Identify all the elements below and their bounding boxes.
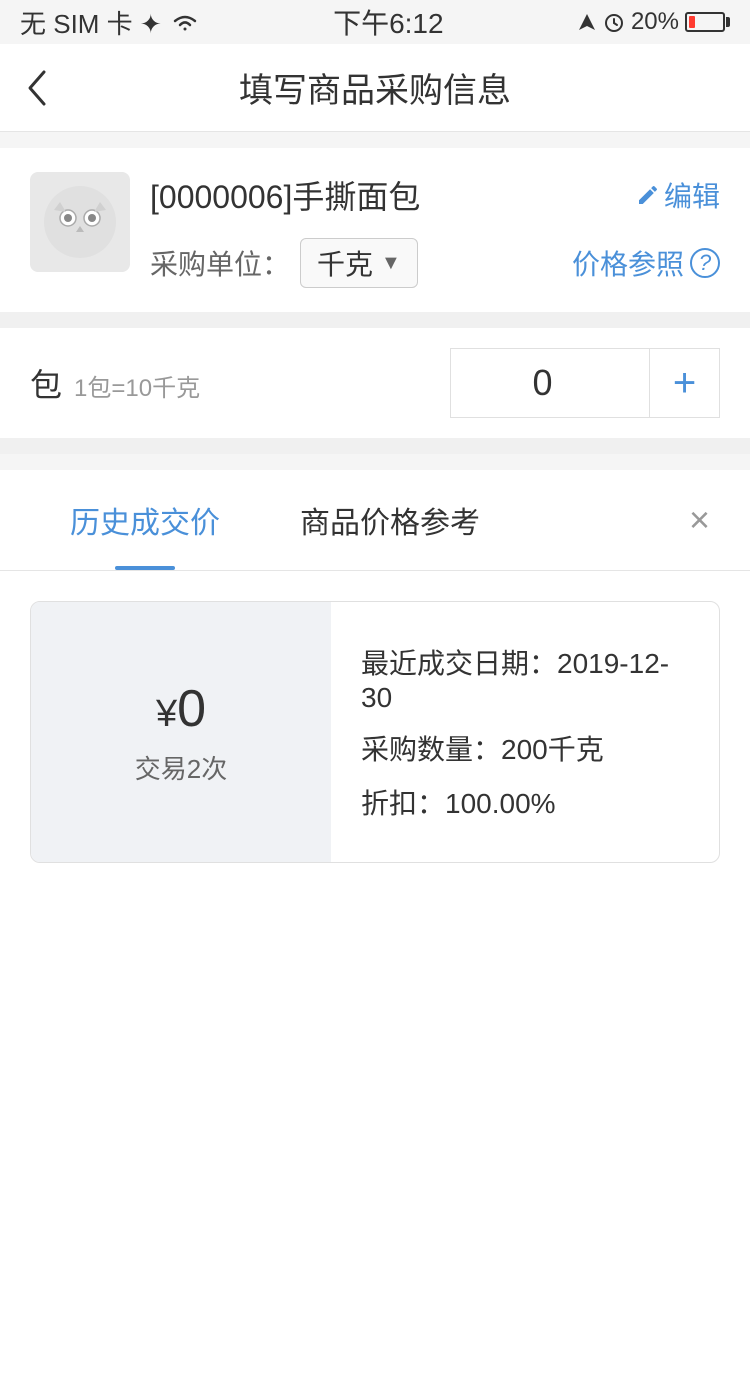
product-logo	[40, 182, 120, 262]
tab-history-price[interactable]: 历史成交价	[30, 470, 260, 570]
status-bar: 无 SIM 卡 ✦ 下午6:12 20%	[0, 0, 750, 44]
status-right: 20%	[577, 8, 730, 36]
tab-items: 历史成交价 商品价格参考	[30, 470, 520, 570]
plus-icon: +	[673, 361, 696, 406]
back-button[interactable]	[24, 68, 48, 108]
product-thumbnail	[30, 172, 130, 272]
close-tab-button[interactable]: ×	[679, 489, 720, 551]
unit-label: 采购单位：	[150, 243, 290, 283]
location-icon	[577, 12, 597, 32]
quantity-controls: +	[450, 348, 720, 418]
product-name: [0000006]手撕面包	[150, 172, 420, 218]
product-unit-row: 采购单位： 千克 ▼ 价格参照 ?	[150, 238, 720, 288]
wifi-icon	[170, 11, 200, 33]
section-divider-2	[0, 438, 750, 454]
discount-row: 折扣：100.00%	[361, 782, 689, 822]
price-value: 0	[177, 680, 206, 738]
price-reference-button[interactable]: 价格参照 ?	[572, 243, 720, 283]
page-title: 填写商品采购信息	[239, 63, 511, 112]
tab2-label: 商品价格参考	[300, 507, 480, 540]
info-icon: ?	[690, 248, 720, 278]
status-time: 下午6:12	[333, 2, 444, 42]
nav-bar: 填写商品采购信息	[0, 44, 750, 132]
product-section: [0000006]手撕面包 编辑 采购单位： 千克 ▼ 价格参照 ?	[0, 148, 750, 312]
product-name-row: [0000006]手撕面包 编辑	[150, 172, 720, 218]
edit-label: 编辑	[664, 175, 720, 215]
recent-date-label: 最近成交日期：	[361, 648, 557, 679]
history-content: ¥0 交易2次 最近成交日期：2019-12-30 采购数量：200千克 折扣：…	[0, 571, 750, 893]
quantity-input[interactable]	[450, 348, 650, 418]
tab1-label: 历史成交价	[70, 507, 220, 540]
discount-label: 折扣：	[361, 788, 445, 819]
quantity-label-group: 包 1包=10千克	[30, 360, 200, 406]
tab-header: 历史成交价 商品价格参考 ×	[0, 470, 750, 570]
product-info: [0000006]手撕面包 编辑 采购单位： 千克 ▼ 价格参照 ?	[150, 172, 720, 288]
purchase-qty-row: 采购数量：200千克	[361, 728, 689, 768]
quantity-plus-button[interactable]: +	[650, 348, 720, 418]
quantity-section: 包 1包=10千克 +	[0, 328, 750, 438]
edit-icon	[636, 183, 660, 207]
battery-icon	[685, 12, 730, 32]
price-ref-label: 价格参照	[572, 243, 684, 283]
alarm-icon	[603, 11, 625, 33]
history-transactions: 交易2次	[135, 749, 227, 786]
dropdown-arrow-icon: ▼	[381, 252, 401, 275]
section-divider-1	[0, 312, 750, 328]
edit-button[interactable]: 编辑	[636, 175, 720, 215]
sim-label: 无 SIM 卡 ✦	[20, 4, 162, 41]
unit-value: 千克	[317, 243, 373, 283]
history-card-right: 最近成交日期：2019-12-30 采购数量：200千克 折扣：100.00%	[331, 602, 719, 862]
quantity-conversion: 1包=10千克	[74, 368, 200, 403]
tab-product-price[interactable]: 商品价格参考	[260, 470, 520, 570]
history-card-left: ¥0 交易2次	[31, 602, 331, 862]
purchase-qty-label: 采购数量：	[361, 734, 501, 765]
discount-value: 100.00%	[445, 788, 556, 819]
unit-select-dropdown[interactable]: 千克 ▼	[300, 238, 418, 288]
tab-section: 历史成交价 商品价格参考 ×	[0, 470, 750, 571]
history-price: ¥0	[156, 679, 206, 739]
status-left: 无 SIM 卡 ✦	[20, 4, 200, 41]
close-icon: ×	[689, 499, 710, 540]
empty-area	[0, 893, 750, 1393]
purchase-qty-value: 200千克	[501, 734, 604, 765]
quantity-unit: 包	[30, 360, 62, 406]
price-symbol: ¥	[156, 693, 177, 735]
history-card: ¥0 交易2次 最近成交日期：2019-12-30 采购数量：200千克 折扣：…	[30, 601, 720, 863]
battery-percent: 20%	[631, 8, 679, 36]
recent-date-row: 最近成交日期：2019-12-30	[361, 642, 689, 714]
